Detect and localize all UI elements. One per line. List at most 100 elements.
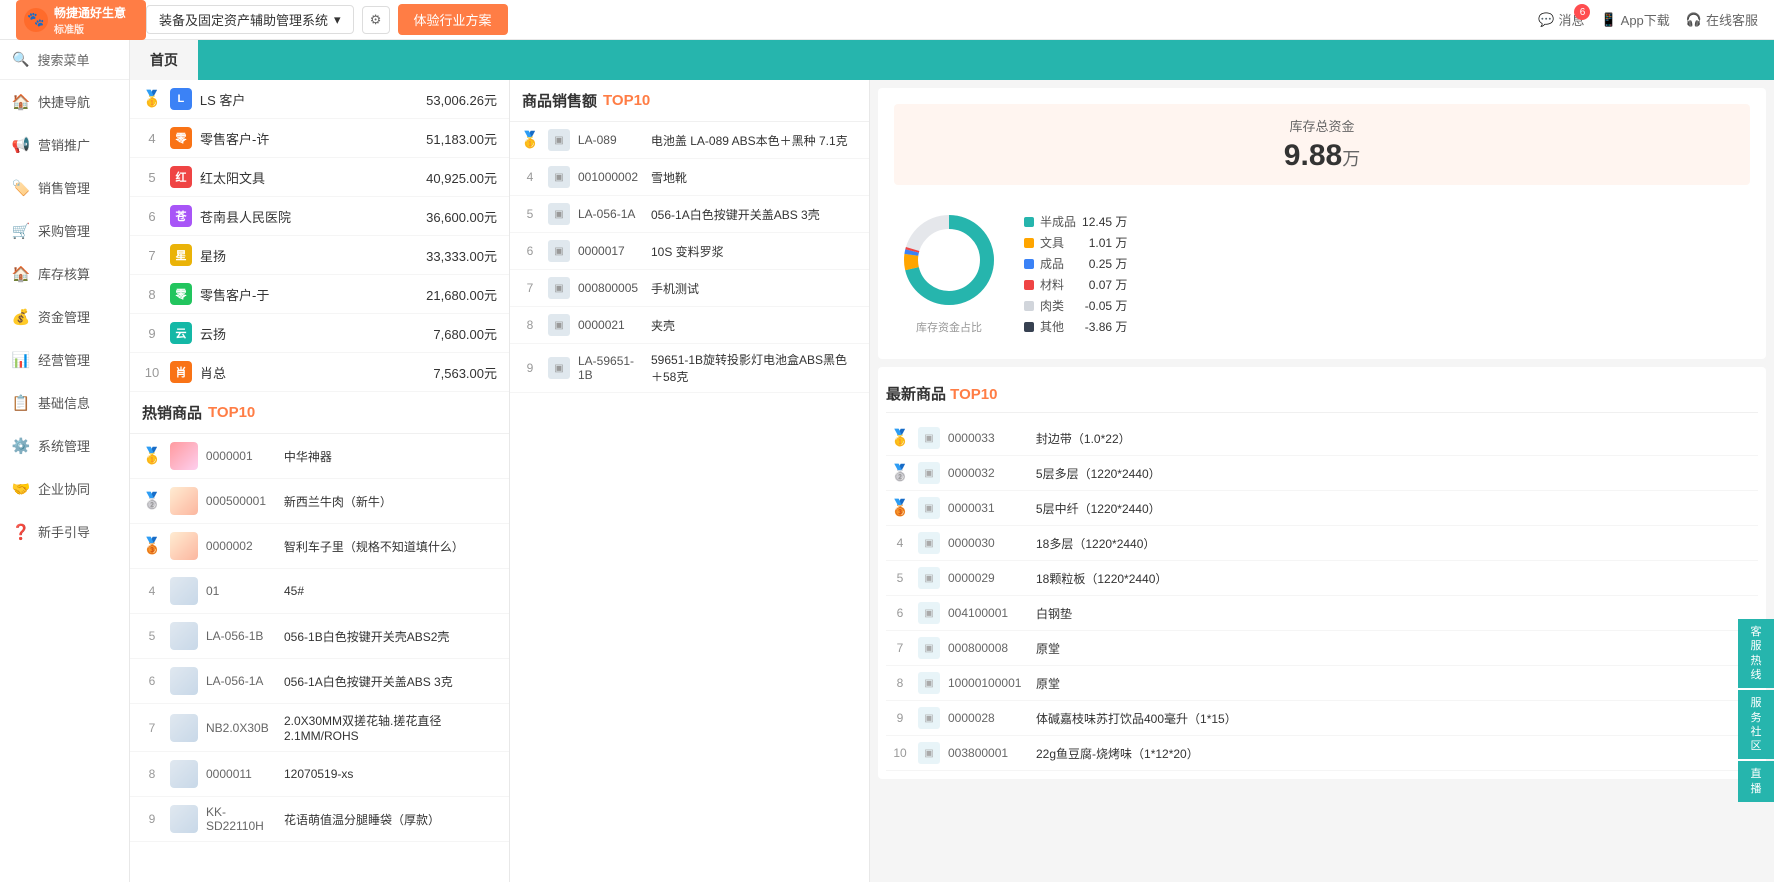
rank-number: 5 bbox=[890, 571, 910, 585]
product-name: 夹壳 bbox=[651, 317, 859, 334]
rank-number: 5 bbox=[520, 207, 540, 221]
product-image: ▣ bbox=[548, 277, 570, 299]
product-code: 001000002 bbox=[578, 170, 643, 184]
customer-name: 零售客户-许 bbox=[200, 129, 418, 148]
sidebar-item-label: 库存核算 bbox=[38, 264, 90, 283]
product-image bbox=[170, 714, 198, 742]
hot-item: 5 LA-056-1B 056-1B白色按键开关壳ABS2壳 bbox=[130, 614, 509, 659]
product-name: 5层多层（1220*2440） bbox=[1036, 465, 1754, 482]
inventory-total: 库存总资金 9.88万 bbox=[894, 104, 1750, 185]
customer-badge: L bbox=[170, 88, 192, 110]
right-column: 库存总资金 9.88万 bbox=[870, 80, 1774, 882]
latest-item: 8 ▣ 10000100001 原堂 bbox=[886, 666, 1758, 701]
online-service-button[interactable]: 🎧 在线客服 bbox=[1686, 10, 1758, 29]
customer-badge: 星 bbox=[170, 244, 192, 266]
sidebar-item-cooperation[interactable]: 🤝 企业协同 bbox=[0, 467, 129, 510]
messages-button[interactable]: 💬 消息 6 bbox=[1538, 10, 1584, 29]
inventory-value: 9.88万 bbox=[910, 139, 1734, 173]
phone-icon: 📱 bbox=[1600, 12, 1616, 28]
search-icon: 🔍 bbox=[12, 51, 29, 68]
legend-item: 肉类 -0.05 万 bbox=[1024, 297, 1127, 314]
customer-amount: 36,600.00元 bbox=[426, 207, 497, 226]
sidebar-item-quick-nav[interactable]: 🏠 快捷导航 bbox=[0, 80, 129, 123]
latest-products-panel: 最新商品 TOP10 🥇 ▣ 0000033 封边带（1.0*22） 🥈 ▣ 0… bbox=[878, 367, 1766, 779]
product-name: 中华神器 bbox=[284, 448, 497, 465]
customer-badge: 零 bbox=[170, 283, 192, 305]
legend-value: 0.07 万 bbox=[1089, 276, 1128, 293]
content-area: 首页 🥇 L LS 客户 53,006.26元 4 零 bbox=[130, 40, 1774, 882]
live-stream-button[interactable]: 直播 bbox=[1738, 761, 1774, 802]
sidebar-item-marketing[interactable]: 📢 营销推广 bbox=[0, 123, 129, 166]
inventory-label: 库存总资金 bbox=[910, 116, 1734, 135]
sidebar-item-guide[interactable]: ❓ 新手引导 bbox=[0, 510, 129, 553]
rank-item: 7 星 星扬 33,333.00元 bbox=[130, 236, 509, 275]
mid-item: 5 ▣ LA-056-1A 056-1A白色按键开关盖ABS 3壳 bbox=[510, 196, 869, 233]
hot-products-title: 热销商品 TOP10 bbox=[130, 392, 509, 434]
search-menu[interactable]: 🔍 搜索菜单 bbox=[0, 40, 129, 80]
product-name: 花语萌值温分腿睡袋（厚款） bbox=[284, 811, 497, 828]
service-community-button[interactable]: 服务 社区 bbox=[1738, 690, 1774, 759]
rank-item: 8 零 零售客户-于 21,680.00元 bbox=[130, 275, 509, 314]
rank-number: 5 bbox=[142, 629, 162, 643]
customer-amount: 7,680.00元 bbox=[433, 324, 497, 343]
rank-number: 4 bbox=[520, 170, 540, 184]
donut-chart bbox=[894, 205, 1004, 315]
hot-item: 4 01 45# bbox=[130, 569, 509, 614]
product-name: 12070519-xs bbox=[284, 767, 497, 781]
legend-value: 12.45 万 bbox=[1082, 213, 1127, 230]
product-name: 原堂 bbox=[1036, 675, 1754, 692]
medal-silver-icon: 🥈 bbox=[890, 463, 910, 483]
customer-badge: 肖 bbox=[170, 361, 192, 383]
product-code: 004100001 bbox=[948, 606, 1028, 620]
settings-button[interactable]: ⚙ bbox=[362, 6, 390, 34]
product-name: 5层中纤（1220*2440） bbox=[1036, 500, 1754, 517]
product-code: 0000011 bbox=[206, 767, 276, 781]
donut-chart-area: 库存资金占比 半成品 12.45 万 文具 1.01 万 bbox=[894, 197, 1750, 343]
logo-sub: 标准版 bbox=[54, 21, 126, 36]
sidebar-item-inventory[interactable]: 🏠 库存核算 bbox=[0, 252, 129, 295]
system-icon: ⚙️ bbox=[12, 437, 30, 455]
product-image: ▣ bbox=[918, 742, 940, 764]
system-selector[interactable]: 装备及固定资产辅助管理系统 ▾ bbox=[146, 5, 354, 34]
product-code: 0000021 bbox=[578, 318, 643, 332]
mid-item: 🥇 ▣ LA-089 电池盖 LA-089 ABS本色＋黑种 7.1克 bbox=[510, 122, 869, 159]
medal-gold-icon: 🥇 bbox=[890, 428, 910, 448]
messages-badge: 6 bbox=[1574, 4, 1590, 20]
rank-number: 5 bbox=[142, 170, 162, 185]
sidebar-item-sales[interactable]: 🏷️ 销售管理 bbox=[0, 166, 129, 209]
sidebar-item-basic-info[interactable]: 📋 基础信息 bbox=[0, 381, 129, 424]
marketing-icon: 📢 bbox=[12, 136, 30, 154]
product-code: 0000029 bbox=[948, 571, 1028, 585]
product-name: 18颗粒板（1220*2440） bbox=[1036, 570, 1754, 587]
product-image: ▣ bbox=[548, 357, 570, 379]
sidebar-item-operations[interactable]: 📊 经营管理 bbox=[0, 338, 129, 381]
product-image bbox=[170, 667, 198, 695]
product-name: 10S 变料罗浆 bbox=[651, 243, 859, 260]
rank-number: 6 bbox=[520, 244, 540, 258]
customer-service-button[interactable]: 客服 热线 bbox=[1738, 619, 1774, 688]
legend-color-dot bbox=[1024, 217, 1034, 227]
customer-amount: 51,183.00元 bbox=[426, 129, 497, 148]
logo: 🐾 畅捷通好生意 标准版 bbox=[16, 0, 146, 40]
rank-item: 6 苍 苍南县人民医院 36,600.00元 bbox=[130, 197, 509, 236]
sidebar-item-finance[interactable]: 💰 资金管理 bbox=[0, 295, 129, 338]
latest-item: 4 ▣ 0000030 18多层（1220*2440） bbox=[886, 526, 1758, 561]
app-download-button[interactable]: 📱 App下载 bbox=[1600, 10, 1669, 29]
sidebar-item-system[interactable]: ⚙️ 系统管理 bbox=[0, 424, 129, 467]
inventory-unit: 万 bbox=[1342, 149, 1360, 169]
experience-button[interactable]: 体验行业方案 bbox=[398, 4, 508, 35]
finance-icon: 💰 bbox=[12, 308, 30, 326]
rank-number: 7 bbox=[142, 721, 162, 735]
customer-badge: 红 bbox=[170, 166, 192, 188]
page-body: 🥇 L LS 客户 53,006.26元 4 零 零售客户-许 51,183.0… bbox=[130, 80, 1774, 882]
product-image: ▣ bbox=[548, 129, 570, 151]
rank-number: 8 bbox=[890, 676, 910, 690]
product-code: NB2.0X30B bbox=[206, 721, 276, 735]
sidebar-item-label: 企业协同 bbox=[38, 479, 90, 498]
topbar: 🐾 畅捷通好生意 标准版 装备及固定资产辅助管理系统 ▾ ⚙ 体验行业方案 💬 … bbox=[0, 0, 1774, 40]
rank-number: 4 bbox=[890, 536, 910, 550]
rank-item: 9 云 云扬 7,680.00元 bbox=[130, 314, 509, 353]
sidebar-item-purchase[interactable]: 🛒 采购管理 bbox=[0, 209, 129, 252]
breadcrumb-home[interactable]: 首页 bbox=[130, 40, 198, 80]
home-icon: 🏠 bbox=[12, 93, 30, 111]
